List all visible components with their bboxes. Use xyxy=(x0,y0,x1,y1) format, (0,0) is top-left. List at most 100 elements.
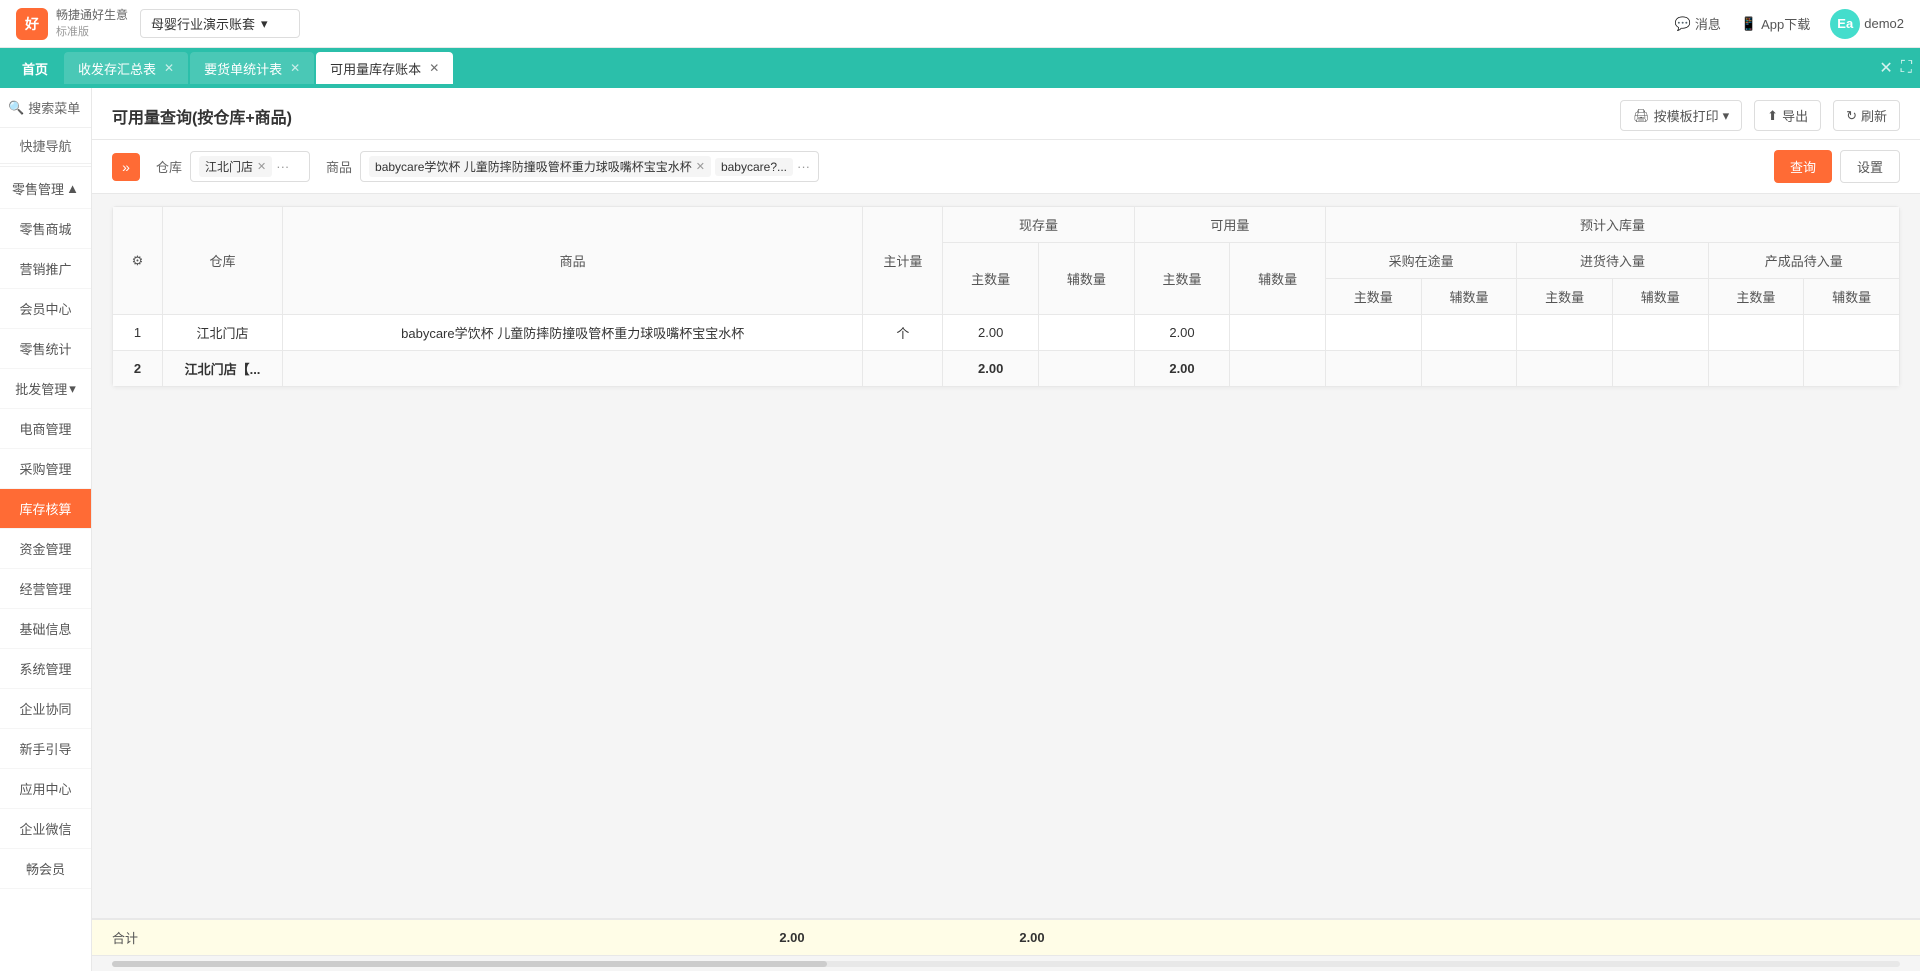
tab-requisition-stats-close[interactable]: ✕ xyxy=(290,61,300,75)
product-tag2-label: babycare?... xyxy=(721,160,787,174)
tab-home[interactable]: 首页 xyxy=(8,52,62,84)
product-tag1: babycare学饮杯 儿童防摔防撞吸管杯重力球吸嘴杯宝宝水杯 ✕ xyxy=(369,156,711,177)
sidebar-item-marketing[interactable]: 营销推广 xyxy=(0,249,91,289)
user-profile[interactable]: Ea demo2 xyxy=(1830,9,1904,39)
app-subtitle: 标准版 xyxy=(56,23,128,39)
export-button[interactable]: ⬆ 导出 xyxy=(1754,100,1821,131)
app-download-button[interactable]: 📱 App下载 xyxy=(1741,14,1810,33)
close-all-tabs-button[interactable]: ✕ xyxy=(1879,58,1892,78)
row1-unit: 个 xyxy=(863,315,943,351)
app-logo: 好 xyxy=(16,8,48,40)
th-purchase-transit-main: 主数量 xyxy=(1325,279,1421,315)
sidebar-item-enterprise-wechat[interactable]: 企业微信 xyxy=(0,809,91,849)
sidebar-item-wholesale-mgmt[interactable]: 批发管理 ▾ xyxy=(0,369,91,409)
th-incoming-aux: 辅数量 xyxy=(1612,279,1708,315)
sidebar-item-finance[interactable]: 资金管理 xyxy=(0,529,91,569)
sidebar-item-basic-info[interactable]: 基础信息 xyxy=(0,609,91,649)
filter-actions: 查询 设置 xyxy=(1774,150,1900,183)
sidebar-item-inventory-label: 库存核算 xyxy=(19,499,71,518)
row1-incoming-main xyxy=(1517,315,1613,351)
product-more-icon[interactable]: ··· xyxy=(797,159,810,174)
tab-requisition-stats[interactable]: 要货单统计表 ✕ xyxy=(190,52,314,84)
sidebar-item-enterprise-wechat-label: 企业微信 xyxy=(19,819,71,838)
sidebar-item-retail-stats-label: 零售统计 xyxy=(19,339,71,358)
logo-area: 好 畅捷通好生意 标准版 xyxy=(16,8,128,40)
warehouse-filter-input[interactable]: 江北门店 ✕ ··· xyxy=(190,151,310,182)
product-filter-input[interactable]: babycare学饮杯 儿童防摔防撞吸管杯重力球吸嘴杯宝宝水杯 ✕ babyca… xyxy=(360,151,819,182)
warehouse-tag-close[interactable]: ✕ xyxy=(257,160,266,173)
refresh-button[interactable]: ↻ 刷新 xyxy=(1833,100,1900,131)
sidebar-item-finance-label: 资金管理 xyxy=(19,539,71,558)
row2-current-aux xyxy=(1039,351,1135,387)
print-button[interactable]: 🖨 按模板打印 ▾ xyxy=(1620,100,1742,131)
th-production-pending: 产成品待入量 xyxy=(1708,243,1899,279)
chevron-icon-2: ▾ xyxy=(69,381,76,397)
filter-toggle-button[interactable]: » xyxy=(112,153,140,181)
th-current-stock: 现存量 xyxy=(943,207,1134,243)
sidebar-item-system-mgmt[interactable]: 系统管理 xyxy=(0,649,91,689)
sidebar-item-retail-store[interactable]: 零售商城 xyxy=(0,209,91,249)
industry-selector[interactable]: 母婴行业演示账套 ▾ xyxy=(140,9,300,38)
horizontal-scrollbar[interactable] xyxy=(92,955,1920,971)
th-incoming-main: 主数量 xyxy=(1517,279,1613,315)
row2-warehouse: 江北门店【... xyxy=(163,351,283,387)
sidebar-item-ecommerce[interactable]: 电商管理 xyxy=(0,409,91,449)
query-button[interactable]: 查询 xyxy=(1774,150,1832,183)
sidebar-quick-nav[interactable]: 快捷导航 xyxy=(0,128,91,164)
sidebar-item-new-guide-label: 新手引导 xyxy=(19,739,71,758)
avatar-text: Ea xyxy=(1837,16,1853,31)
row2-seq: 2 xyxy=(113,351,163,387)
product-filter-label: 商品 xyxy=(326,157,352,176)
page-actions: 🖨 按模板打印 ▾ ⬆ 导出 ↻ 刷新 xyxy=(1620,100,1900,131)
sidebar-item-member-label: 畅会员 xyxy=(26,859,65,878)
sidebar-item-new-guide[interactable]: 新手引导 xyxy=(0,729,91,769)
tab-receipt-summary-close[interactable]: ✕ xyxy=(164,61,174,75)
sidebar-item-retail-mgmt[interactable]: 零售管理 ▲ xyxy=(0,169,91,209)
tab-bar: 首页 收发存汇总表 ✕ 要货单统计表 ✕ 可用量库存账本 ✕ ✕ ⛶ xyxy=(0,48,1920,88)
sidebar-item-purchase-mgmt[interactable]: 采购管理 xyxy=(0,449,91,489)
sidebar-item-operations[interactable]: 经营管理 xyxy=(0,569,91,609)
footer-label: 合计 xyxy=(112,928,732,947)
scrollbar-thumb[interactable] xyxy=(112,961,827,967)
page-header: 可用量查询(按仓库+商品) 🖨 按模板打印 ▾ ⬆ 导出 ↻ 刷新 xyxy=(92,88,1920,140)
sidebar-item-member[interactable]: 畅会员 xyxy=(0,849,91,889)
print-icon: 🖨 xyxy=(1633,108,1650,124)
chevron-down-icon-print: ▾ xyxy=(1723,108,1730,124)
tab-available-inventory-close[interactable]: ✕ xyxy=(429,61,439,75)
sidebar-item-retail-stats[interactable]: 零售统计 xyxy=(0,329,91,369)
sidebar-quick-nav-label: 快捷导航 xyxy=(19,139,71,154)
warehouse-filter-label: 仓库 xyxy=(156,157,182,176)
message-label: 消息 xyxy=(1695,14,1721,33)
sidebar-item-inventory[interactable]: 库存核算 xyxy=(0,489,91,529)
sidebar-item-retail-store-label: 零售商城 xyxy=(19,219,71,238)
th-production-main: 主数量 xyxy=(1708,279,1804,315)
sidebar-search[interactable]: 🔍 搜索菜单 xyxy=(0,88,91,128)
th-current-aux: 辅数量 xyxy=(1039,243,1135,315)
product-tag2: babycare?... xyxy=(715,158,793,176)
tab-available-inventory[interactable]: 可用量库存账本 ✕ xyxy=(316,52,453,84)
sidebar-item-app-center[interactable]: 应用中心 xyxy=(0,769,91,809)
row1-seq: 1 xyxy=(113,315,163,351)
warehouse-more-icon[interactable]: ··· xyxy=(276,159,289,174)
row1-production-aux xyxy=(1804,315,1900,351)
product-filter-group: 商品 babycare学饮杯 儿童防摔防撞吸管杯重力球吸嘴杯宝宝水杯 ✕ bab… xyxy=(326,151,819,182)
th-incoming-pending: 进货待入量 xyxy=(1517,243,1708,279)
refresh-icon: ↻ xyxy=(1846,108,1857,124)
row2-available-main: 2.00 xyxy=(1134,351,1230,387)
sidebar-item-system-mgmt-label: 系统管理 xyxy=(19,659,71,678)
sidebar-item-enterprise-collab[interactable]: 企业协同 xyxy=(0,689,91,729)
message-button[interactable]: 💬 消息 xyxy=(1675,14,1721,33)
table-settings-icon[interactable]: ⚙ xyxy=(113,207,163,315)
row1-purchase-transit-main xyxy=(1325,315,1421,351)
table-footer: 合计 2.00 2.00 xyxy=(92,918,1920,955)
sidebar-item-member-center[interactable]: 会员中心 xyxy=(0,289,91,329)
search-icon: 🔍 xyxy=(8,100,24,116)
sidebar-item-ecommerce-label: 电商管理 xyxy=(19,419,71,438)
th-available-main: 主数量 xyxy=(1134,243,1230,315)
tab-home-label: 首页 xyxy=(22,59,48,78)
fullscreen-button[interactable]: ⛶ xyxy=(1901,59,1912,77)
tab-receipt-summary[interactable]: 收发存汇总表 ✕ xyxy=(64,52,188,84)
row2-production-aux xyxy=(1804,351,1900,387)
product-tag1-close[interactable]: ✕ xyxy=(696,160,705,173)
settings-button[interactable]: 设置 xyxy=(1840,150,1900,183)
